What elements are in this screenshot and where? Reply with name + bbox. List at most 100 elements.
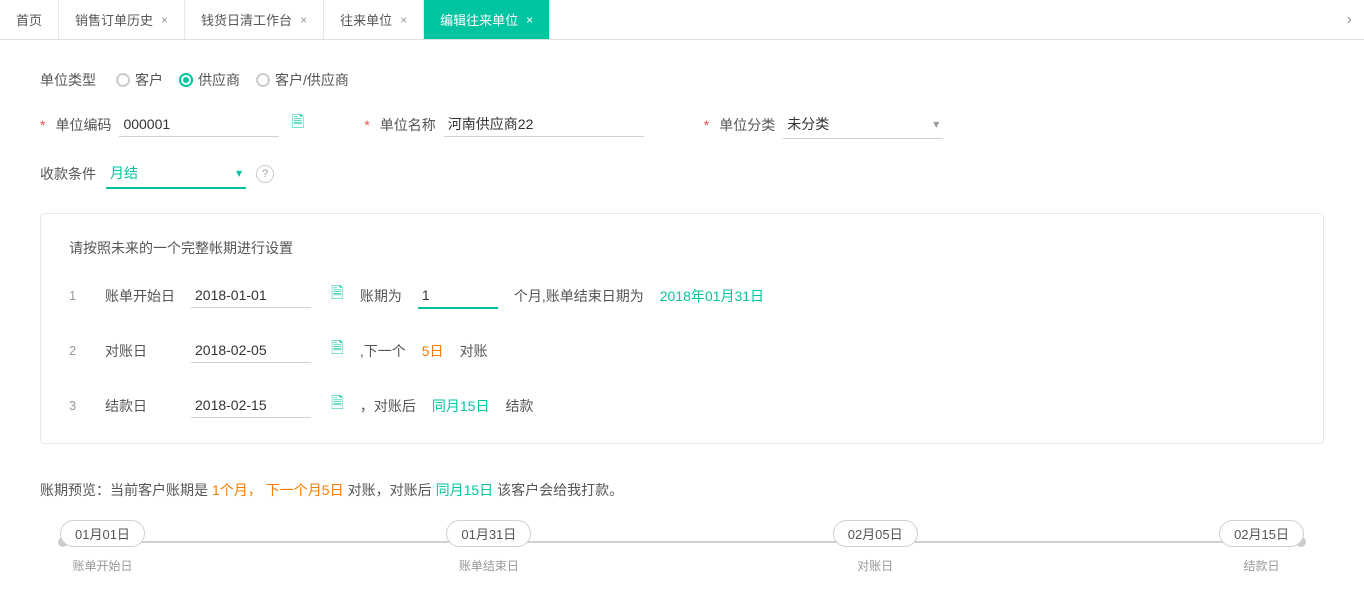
reconcile-highlight: 5日 [422,341,444,361]
unit-code-copy-icon[interactable]: 🗎 [291,111,304,138]
unit-category-field: * 单位分类 未分类 ▾ [704,110,943,139]
tabs-expand-button[interactable]: › [1335,11,1364,29]
collect-condition-value: 月结 [110,163,236,183]
unit-name-input[interactable] [444,112,644,137]
unit-code-label: 单位编码 [55,115,111,135]
timeline-nodes: 01月01日 账单开始日 01月31日 账单结束日 02月05日 对账日 [50,520,1314,574]
tab-sales-order[interactable]: 销售订单历史 × [59,0,185,39]
tab-partner-close[interactable]: × [400,13,407,27]
radio-both[interactable]: 客户/供应商 [256,70,349,90]
timeline-pill-1: 01月01日 [60,520,145,547]
payment-prefix: ，对账后 [360,396,416,416]
timeline-label-1: 账单开始日 [72,557,132,574]
setting-row-2: 2 对账日 🗎 ,下一个 5日 对账 [69,337,1295,364]
collect-condition-dropdown[interactable]: 月结 ▾ [106,159,246,189]
timeline-date-2: 01月31日 [461,527,516,542]
setting-row-3: 3 结款日 🗎 ，对账后 同月15日 结款 [69,392,1295,419]
timeline-pill-3: 02月05日 [833,520,918,547]
tab-home[interactable]: 首页 [0,0,59,39]
tab-sales-order-label: 销售订单历史 [75,10,153,29]
unit-name-label: 单位名称 [380,115,436,135]
timeline-node-2: 01月31日 账单结束日 [446,520,531,574]
radio-customer-circle [116,73,130,87]
collect-condition-label: 收款条件 [40,164,96,184]
unit-code-input[interactable] [119,112,279,137]
radio-supplier-label: 供应商 [198,70,240,90]
tab-partner[interactable]: 往来单位 × [324,0,424,39]
timeline-node-4: 02月15日 结款日 [1219,520,1304,574]
tab-workbench[interactable]: 钱货日清工作台 × [185,0,324,39]
radio-customer-label: 客户 [135,70,163,90]
row-label-1: 账单开始日 [105,286,175,306]
unit-name-field: * 单位名称 [364,112,643,137]
help-icon[interactable]: ? [256,165,274,183]
preview-section: 账期预览：当前客户账期是 1个月， 下一个月5日 对账，对账后 同月15日 该客… [40,464,1324,520]
period-prefix-text: 账期为 [360,286,402,306]
unit-category-value: 未分类 [787,114,927,134]
payment-highlight: 同月15日 [432,396,490,416]
start-date-cal-icon[interactable]: 🗎 [331,282,344,309]
timeline-date-4: 02月15日 [1234,527,1289,542]
timeline-label-2: 账单结束日 [459,557,519,574]
unit-code-required: * [40,117,45,133]
tab-home-label: 首页 [16,10,42,29]
payment-suffix: 结款 [505,396,533,416]
reconcile-suffix: 对账 [460,341,488,361]
period-unit-text: 个月,账单结束日期为 [514,286,644,306]
preview-mid-text: 对账，对账后 [348,480,432,500]
payment-date-cal-icon[interactable]: 🗎 [331,392,344,419]
reconcile-date-cal-icon[interactable]: 🗎 [331,337,344,364]
preview-period: 1个月， [212,480,262,500]
collect-condition-row: 收款条件 月结 ▾ ? [40,159,1324,189]
collect-dropdown-arrow-icon: ▾ [236,166,242,180]
period-input[interactable] [418,283,498,309]
unit-type-field: 单位类型 [40,70,96,90]
tab-sales-order-close[interactable]: × [161,13,168,27]
timeline-label-3: 对账日 [857,557,893,574]
reconcile-date-input[interactable] [191,338,311,363]
row-num-2: 2 [69,343,89,358]
settings-title: 请按照未来的一个完整帐期进行设置 [69,238,1295,258]
timeline-node-3: 02月05日 对账日 [833,520,918,574]
timeline-label-4: 结款日 [1244,557,1280,574]
settings-box: 请按照未来的一个完整帐期进行设置 1 账单开始日 🗎 账期为 个月,账单结束日期… [40,213,1324,444]
unit-category-arrow-icon: ▾ [933,117,939,131]
radio-supplier-circle [179,73,193,87]
preview-pay-day: 同月15日 [436,480,494,500]
unit-category-dropdown[interactable]: 未分类 ▾ [783,110,943,139]
row-label-3: 结款日 [105,396,175,416]
row-label-2: 对账日 [105,341,175,361]
unit-category-required: * [704,117,709,133]
unit-category-label: 单位分类 [719,115,775,135]
row-num-1: 1 [69,288,89,303]
start-date-input[interactable] [191,283,311,308]
radio-both-label: 客户/供应商 [275,70,349,90]
setting-row-1: 1 账单开始日 🗎 账期为 个月,账单结束日期为 2018年01月31日 [69,282,1295,309]
unit-name-required: * [364,117,369,133]
tab-edit-partner-close[interactable]: × [526,13,533,27]
timeline-section: 01月01日 账单开始日 01月31日 账单结束日 02月05日 对账日 [40,520,1324,574]
payment-date-input[interactable] [191,393,311,418]
tabs-bar: 首页 销售订单历史 × 钱货日清工作台 × 往来单位 × 编辑往来单位 × › [0,0,1364,40]
unit-info-row: * 单位编码 🗎 * 单位名称 * 单位分类 未分类 ▾ [40,110,1324,139]
unit-type-label: 单位类型 [40,70,96,90]
timeline-date-3: 02月05日 [848,527,903,542]
unit-type-row: 单位类型 客户 供应商 客户/供应商 [40,70,1324,90]
preview-label: 账期预览：当前客户账期是 [40,480,208,500]
unit-type-radio-group: 客户 供应商 客户/供应商 [116,70,349,90]
radio-customer[interactable]: 客户 [116,70,163,90]
timeline-pill-4: 02月15日 [1219,520,1304,547]
preview-next-day: 下一个月5日 [266,480,344,500]
tab-workbench-close[interactable]: × [300,13,307,27]
timeline-pill-2: 01月31日 [446,520,531,547]
reconcile-prefix: ,下一个 [360,341,406,361]
main-content: 单位类型 客户 供应商 客户/供应商 * 单位编码 🗎 [0,40,1364,608]
radio-supplier[interactable]: 供应商 [179,70,240,90]
tab-edit-partner[interactable]: 编辑往来单位 × [424,0,550,39]
row-num-3: 3 [69,398,89,413]
end-date-text: 2018年01月31日 [660,286,764,306]
tab-workbench-label: 钱货日清工作台 [201,10,292,29]
tab-partner-label: 往来单位 [340,10,392,29]
unit-code-field: * 单位编码 🗎 [40,111,304,138]
timeline-date-1: 01月01日 [75,527,130,542]
